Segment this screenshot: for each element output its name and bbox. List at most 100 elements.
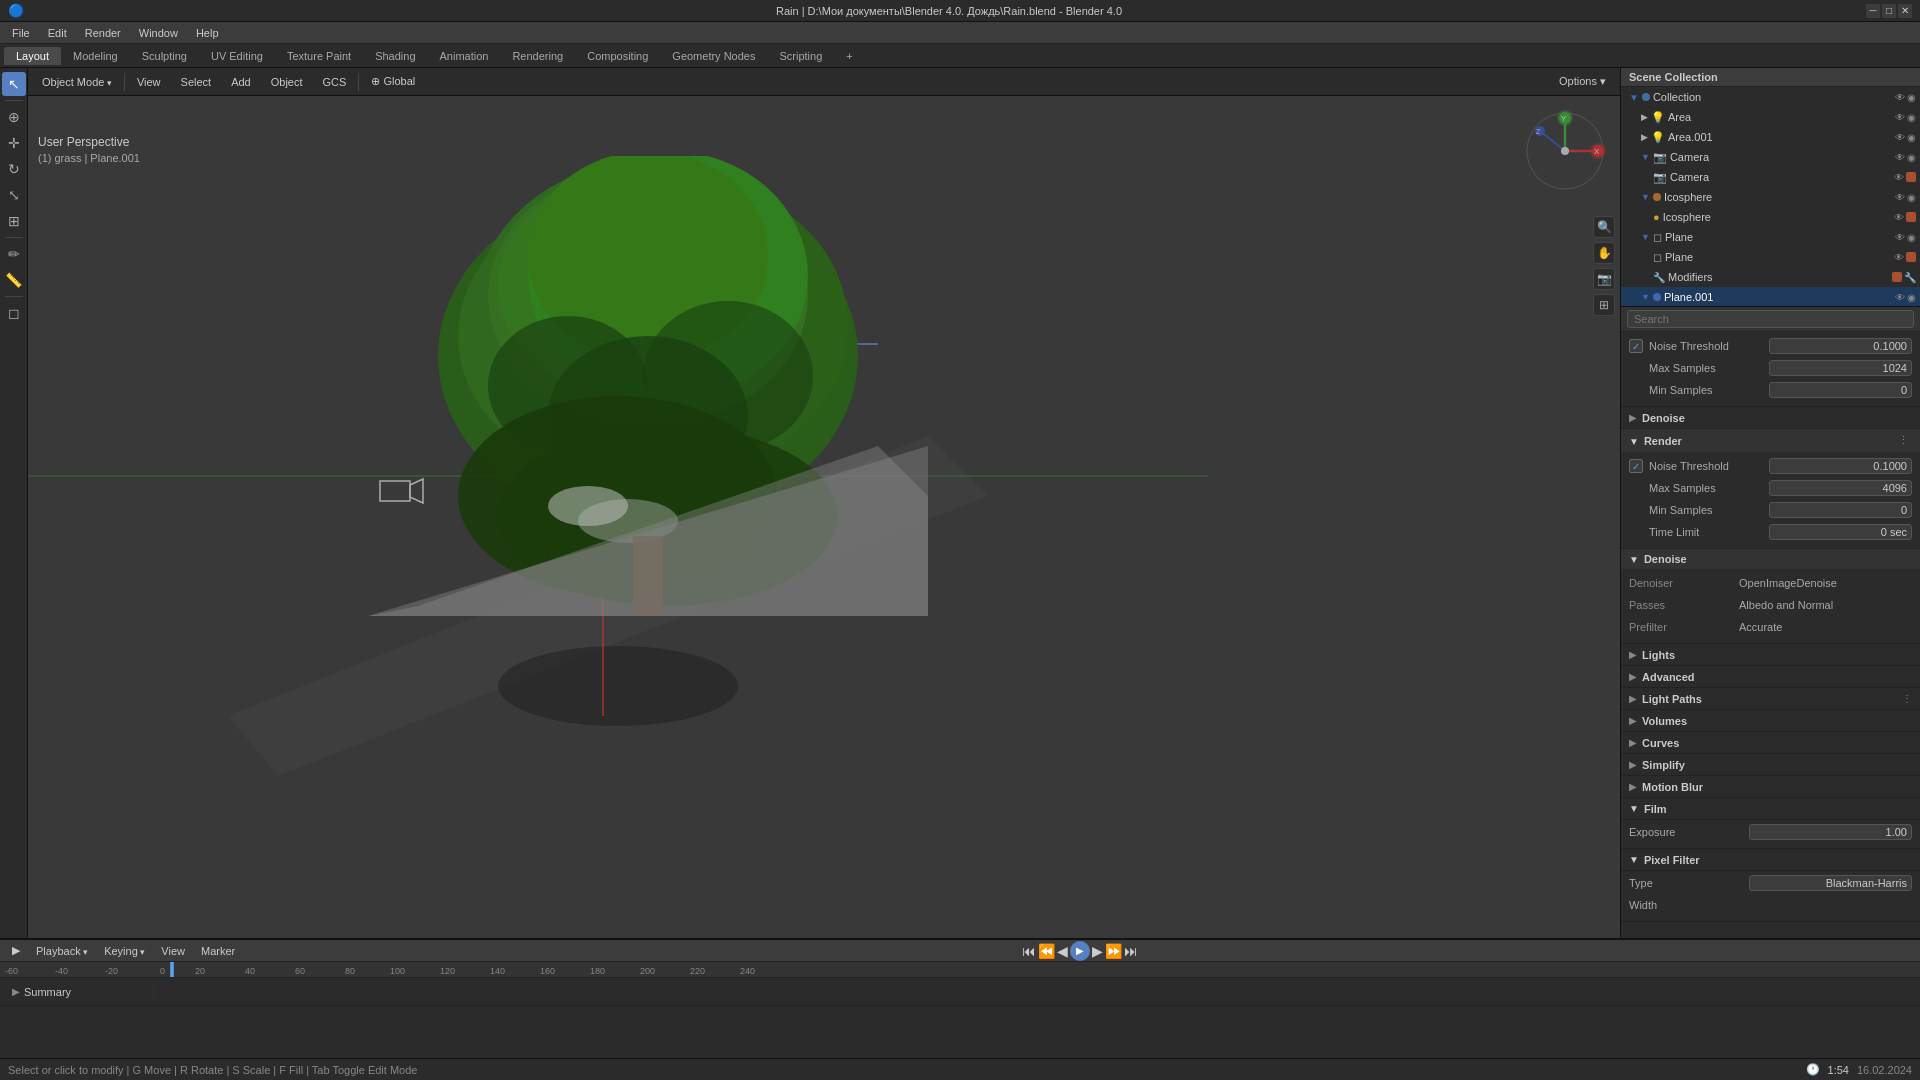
tab-uv-editing[interactable]: UV Editing [199, 47, 275, 65]
render-section-header[interactable]: ▼Render ⋮ [1621, 429, 1920, 452]
viewport-3d[interactable]: Object Mode View Select Add Object GCS ⊕… [28, 68, 1620, 938]
tab-animation[interactable]: Animation [428, 47, 501, 65]
time-limit-value[interactable]: 0 sec [1769, 524, 1912, 540]
collection-camera[interactable]: 📷 Camera 👁 [1621, 167, 1920, 187]
noise-threshold-checkbox-viewport[interactable]: ✓ [1629, 339, 1643, 353]
prev-frame-btn[interactable]: ⏪ [1038, 943, 1055, 959]
icosphere-vis[interactable] [1906, 212, 1916, 222]
tab-texture-paint[interactable]: Texture Paint [275, 47, 363, 65]
tab-layout[interactable]: Layout [4, 47, 61, 65]
collection-plane[interactable]: ◻ Plane 👁 [1621, 247, 1920, 267]
noise-threshold-checkbox-render[interactable]: ✓ [1629, 459, 1643, 473]
min-samples-value-viewport[interactable]: 0 [1769, 382, 1912, 398]
tool-measure[interactable]: 📏 [2, 268, 26, 292]
close-button[interactable]: ✕ [1898, 4, 1912, 18]
collection-plane-modifiers[interactable]: 🔧 Modifiers 🔧 [1621, 267, 1920, 287]
maximize-button[interactable]: □ [1882, 4, 1896, 18]
denoise-2-header[interactable]: ▼ Denoise [1621, 549, 1920, 569]
area-eye[interactable]: 👁 [1895, 112, 1905, 123]
curves-section[interactable]: ▶ Curves [1621, 732, 1920, 754]
collection-area[interactable]: ▶ 💡 Area 👁 ◉ [1621, 107, 1920, 127]
tab-modeling[interactable]: Modeling [61, 47, 130, 65]
area-001-eye[interactable]: 👁 [1895, 132, 1905, 143]
viewport-camera-icon[interactable]: 📷 [1593, 268, 1615, 290]
viewport-view-btn[interactable]: View [129, 74, 169, 90]
collection-camera-group[interactable]: ▼ 📷 Camera 👁 ◉ [1621, 147, 1920, 167]
prev-keyframe-btn[interactable]: ◀ [1057, 943, 1068, 959]
menu-render[interactable]: Render [77, 25, 129, 41]
timeline-summary-expand[interactable]: ▶ [6, 943, 26, 958]
camera-eye[interactable]: 👁 [1894, 172, 1904, 183]
tool-select[interactable]: ↖ [2, 72, 26, 96]
tool-rotate[interactable]: ↻ [2, 157, 26, 181]
render-options-btn[interactable]: ⋮ [1895, 433, 1912, 448]
denoise-section-1[interactable]: ▶ Denoise [1621, 407, 1920, 429]
plane-group-vis[interactable]: ◉ [1907, 232, 1916, 243]
type-value[interactable]: Blackman-Harris [1749, 875, 1912, 891]
timeline-playback-btn[interactable]: Playback [30, 944, 94, 958]
viewport-canvas[interactable]: User Perspective (1) grass | Plane.001 Y… [28, 96, 1620, 938]
collection-icosphere-group[interactable]: ▼ Icosphere 👁 ◉ [1621, 187, 1920, 207]
collection-plane001-group[interactable]: ▼ Plane.001 👁 ◉ [1621, 287, 1920, 307]
plane001-group-vis[interactable]: ◉ [1907, 292, 1916, 303]
viewport-object-btn[interactable]: Object [263, 74, 311, 90]
plane-group-eye[interactable]: 👁 [1895, 232, 1905, 243]
jump-end-btn[interactable]: ⏭ [1124, 943, 1138, 959]
icosphere-group-eye[interactable]: 👁 [1895, 192, 1905, 203]
menu-file[interactable]: File [4, 25, 38, 41]
tab-compositing[interactable]: Compositing [575, 47, 660, 65]
tool-cursor[interactable]: ⊕ [2, 105, 26, 129]
lights-section[interactable]: ▶ Lights [1621, 644, 1920, 666]
tool-add-cube[interactable]: ◻ [2, 301, 26, 325]
collection-root[interactable]: ▼ Collection 👁 ◉ [1621, 87, 1920, 107]
max-samples-value-render[interactable]: 4096 [1769, 480, 1912, 496]
tool-scale[interactable]: ⤡ [2, 183, 26, 207]
exposure-value[interactable]: 1.00 [1749, 824, 1912, 840]
tool-transform[interactable]: ⊞ [2, 209, 26, 233]
collection-plane-group[interactable]: ▼ ◻ Plane 👁 ◉ [1621, 227, 1920, 247]
plane001-group-eye[interactable]: 👁 [1895, 292, 1905, 303]
min-samples-value-render[interactable]: 0 [1769, 502, 1912, 518]
tab-geometry-nodes[interactable]: Geometry Nodes [660, 47, 767, 65]
plane-mod-vis[interactable] [1892, 272, 1902, 282]
timeline-view-btn[interactable]: View [155, 944, 191, 958]
timeline-keying-btn[interactable]: Keying [98, 944, 151, 958]
volumes-section[interactable]: ▶ Volumes [1621, 710, 1920, 732]
plane-eye[interactable]: 👁 [1894, 252, 1904, 263]
light-paths-section[interactable]: ▶ Light Paths ⋮ [1621, 688, 1920, 710]
icosphere-eye[interactable]: 👁 [1894, 212, 1904, 223]
tab-add-workspace[interactable]: + [834, 47, 864, 65]
collection-area-001[interactable]: ▶ 💡 Area.001 👁 ◉ [1621, 127, 1920, 147]
pixel-filter-section-header[interactable]: ▼ Pixel Filter [1621, 849, 1920, 871]
viewport-hand-icon[interactable]: ✋ [1593, 242, 1615, 264]
viewport-options-btn[interactable]: Options ▾ [1551, 73, 1614, 90]
camera-vis[interactable] [1906, 172, 1916, 182]
collection-eye-icon[interactable]: 👁 [1895, 92, 1905, 103]
next-frame-btn[interactable]: ⏩ [1105, 943, 1122, 959]
navigation-gizmo[interactable]: Y X Z [1520, 106, 1610, 196]
menu-help[interactable]: Help [188, 25, 227, 41]
timeline-marker-btn[interactable]: Marker [195, 944, 241, 958]
tab-sculpting[interactable]: Sculpting [130, 47, 199, 65]
viewport-gcs-btn[interactable]: GCS [315, 74, 355, 90]
jump-start-btn[interactable]: ⏮ [1022, 943, 1036, 959]
film-section-header[interactable]: ▼ Film [1621, 798, 1920, 820]
properties-search[interactable] [1627, 310, 1914, 328]
viewport-mode-btn[interactable]: Object Mode [34, 74, 120, 90]
minimize-button[interactable]: ─ [1866, 4, 1880, 18]
icosphere-group-vis[interactable]: ◉ [1907, 192, 1916, 203]
camera-group-eye[interactable]: 👁 [1895, 152, 1905, 163]
viewport-grid-icon[interactable]: ⊞ [1593, 294, 1615, 316]
collection-vis-icon[interactable]: ◉ [1907, 92, 1916, 103]
tool-annotate[interactable]: ✏ [2, 242, 26, 266]
plane-vis[interactable] [1906, 252, 1916, 262]
motion-blur-section[interactable]: ▶ Motion Blur [1621, 776, 1920, 798]
viewport-select-btn[interactable]: Select [173, 74, 220, 90]
collection-icosphere[interactable]: ● Icosphere 👁 [1621, 207, 1920, 227]
next-keyframe-btn[interactable]: ▶ [1092, 943, 1103, 959]
simplify-section[interactable]: ▶ Simplify [1621, 754, 1920, 776]
max-samples-value-viewport[interactable]: 1024 [1769, 360, 1912, 376]
play-pause-btn[interactable]: ▶ [1070, 941, 1090, 961]
area-vis[interactable]: ◉ [1907, 112, 1916, 123]
viewport-zoom-icon[interactable]: 🔍 [1593, 216, 1615, 238]
